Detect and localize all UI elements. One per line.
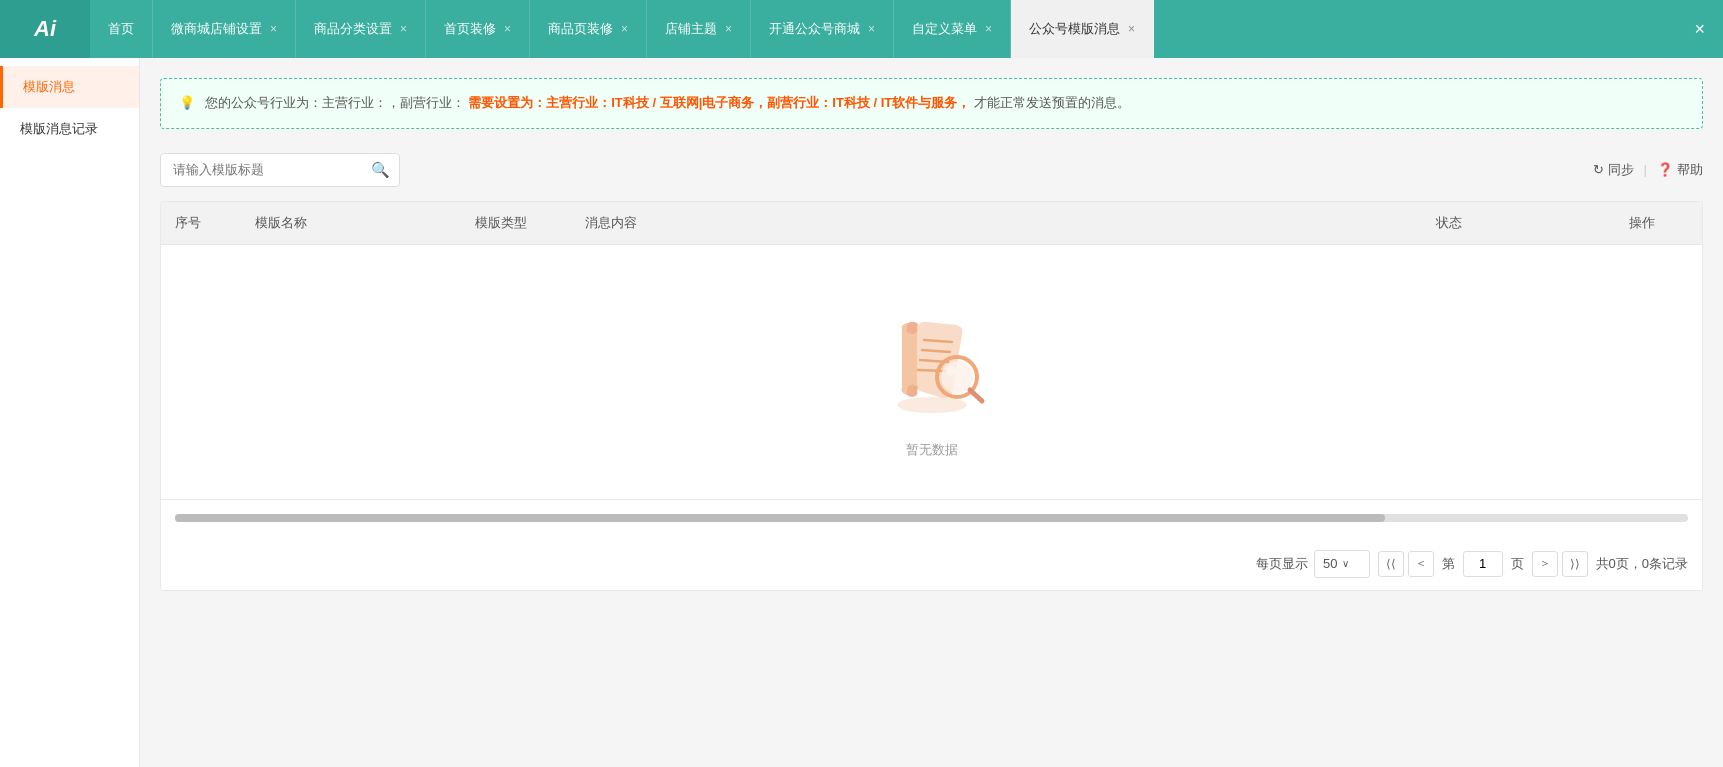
nav-tab-template-msg[interactable]: 公众号模版消息 × <box>1011 0 1154 58</box>
nav-tabs: 首页 微商城店铺设置 × 商品分类设置 × 首页装修 × 商品页装修 × 店铺主… <box>90 0 1676 58</box>
search-button[interactable]: 🔍 <box>371 161 390 179</box>
content-area: 💡 您的公众号行业为：主营行业：，副营行业： 需要设置为：主营行业：IT科技 /… <box>140 58 1723 767</box>
th-content: 消息内容 <box>571 202 1422 244</box>
last-page-button[interactable]: ⟩⟩ <box>1562 551 1588 577</box>
data-table: 序号 模版名称 模版类型 消息内容 状态 操作 <box>160 201 1703 591</box>
close-tab-shop-setting[interactable]: × <box>270 22 277 36</box>
close-tab-product-decor[interactable]: × <box>621 22 628 36</box>
pagination: 每页显示 50 ∨ ⟨⟨ ＜ 第 页 ＞ ⟩⟩ 共0页，0条记录 <box>161 540 1702 590</box>
search-input[interactable] <box>160 153 400 187</box>
chevron-down-icon: ∨ <box>1342 558 1349 569</box>
svg-point-6 <box>941 361 973 393</box>
help-icon: ❓ <box>1657 162 1673 177</box>
prev-page-button[interactable]: ＜ <box>1408 551 1434 577</box>
notice-icon: 💡 <box>179 95 195 110</box>
scrollbar-thumb[interactable] <box>175 514 1385 522</box>
th-seq: 序号 <box>161 202 241 244</box>
main-layout: 模版消息 模版消息记录 💡 您的公众号行业为：主营行业：，副营行业： 需要设置为… <box>0 58 1723 767</box>
sidebar: 模版消息 模版消息记录 <box>0 58 140 767</box>
help-button[interactable]: ❓ 帮助 <box>1657 161 1703 179</box>
page-size-dropdown[interactable]: 50 ∨ <box>1314 550 1369 578</box>
toolbar-right: ↻ 同步 | ❓ 帮助 <box>1593 161 1703 179</box>
scrollbar-area <box>161 499 1702 540</box>
page-number-input[interactable] <box>1463 551 1503 577</box>
th-status: 状态 <box>1422 202 1582 244</box>
top-nav: Ai 首页 微商城店铺设置 × 商品分类设置 × 首页装修 × 商品页装修 × … <box>0 0 1723 58</box>
nav-tab-custom-menu[interactable]: 自定义菜单 × <box>894 0 1011 58</box>
close-tab-category-setting[interactable]: × <box>400 22 407 36</box>
page-total-info: 共0页，0条记录 <box>1596 555 1688 573</box>
th-action: 操作 <box>1582 202 1702 244</box>
notice-box: 💡 您的公众号行业为：主营行业：，副营行业： 需要设置为：主营行业：IT科技 /… <box>160 78 1703 129</box>
svg-point-8 <box>946 366 956 376</box>
close-tab-shop-theme[interactable]: × <box>725 22 732 36</box>
search-bar: 🔍 ↻ 同步 | ❓ 帮助 <box>160 153 1703 187</box>
nav-tab-home[interactable]: 首页 <box>90 0 153 58</box>
next-page-button[interactable]: ＞ <box>1532 551 1558 577</box>
nav-tab-shop-setting[interactable]: 微商城店铺设置 × <box>153 0 296 58</box>
sidebar-item-template-msg-log[interactable]: 模版消息记录 <box>0 108 139 150</box>
empty-state: 暂无数据 <box>161 245 1702 499</box>
close-tab-homepage-decor[interactable]: × <box>504 22 511 36</box>
svg-line-7 <box>970 390 982 401</box>
horizontal-scrollbar[interactable] <box>175 514 1688 522</box>
nav-tab-shop-theme[interactable]: 店铺主题 × <box>647 0 751 58</box>
sync-icon: ↻ <box>1593 162 1604 177</box>
search-input-wrap: 🔍 <box>160 153 400 187</box>
close-tab-open-mall[interactable]: × <box>868 22 875 36</box>
svg-line-4 <box>918 370 946 371</box>
close-tab-custom-menu[interactable]: × <box>985 22 992 36</box>
close-all-tabs[interactable]: × <box>1676 0 1723 58</box>
sidebar-item-template-msg[interactable]: 模版消息 <box>0 66 139 108</box>
app-logo: Ai <box>0 0 90 58</box>
th-name: 模版名称 <box>241 202 461 244</box>
first-page-button[interactable]: ⟨⟨ <box>1378 551 1404 577</box>
nav-tab-homepage-decor[interactable]: 首页装修 × <box>426 0 530 58</box>
th-type: 模版类型 <box>461 202 571 244</box>
nav-tab-category-setting[interactable]: 商品分类设置 × <box>296 0 426 58</box>
nav-tab-product-decor[interactable]: 商品页装修 × <box>530 0 647 58</box>
sync-button[interactable]: ↻ 同步 <box>1593 161 1634 179</box>
empty-text: 暂无数据 <box>906 441 958 459</box>
empty-icon <box>872 305 992 425</box>
toolbar-divider: | <box>1644 162 1647 177</box>
table-header: 序号 模版名称 模版类型 消息内容 状态 操作 <box>161 202 1702 245</box>
close-tab-template-msg[interactable]: × <box>1128 22 1135 36</box>
page-size-select: 每页显示 50 ∨ <box>1256 550 1369 578</box>
nav-tab-open-mall[interactable]: 开通公众号商城 × <box>751 0 894 58</box>
page-nav: ⟨⟨ ＜ 第 页 ＞ ⟩⟩ <box>1378 551 1588 577</box>
svg-point-0 <box>897 397 967 413</box>
